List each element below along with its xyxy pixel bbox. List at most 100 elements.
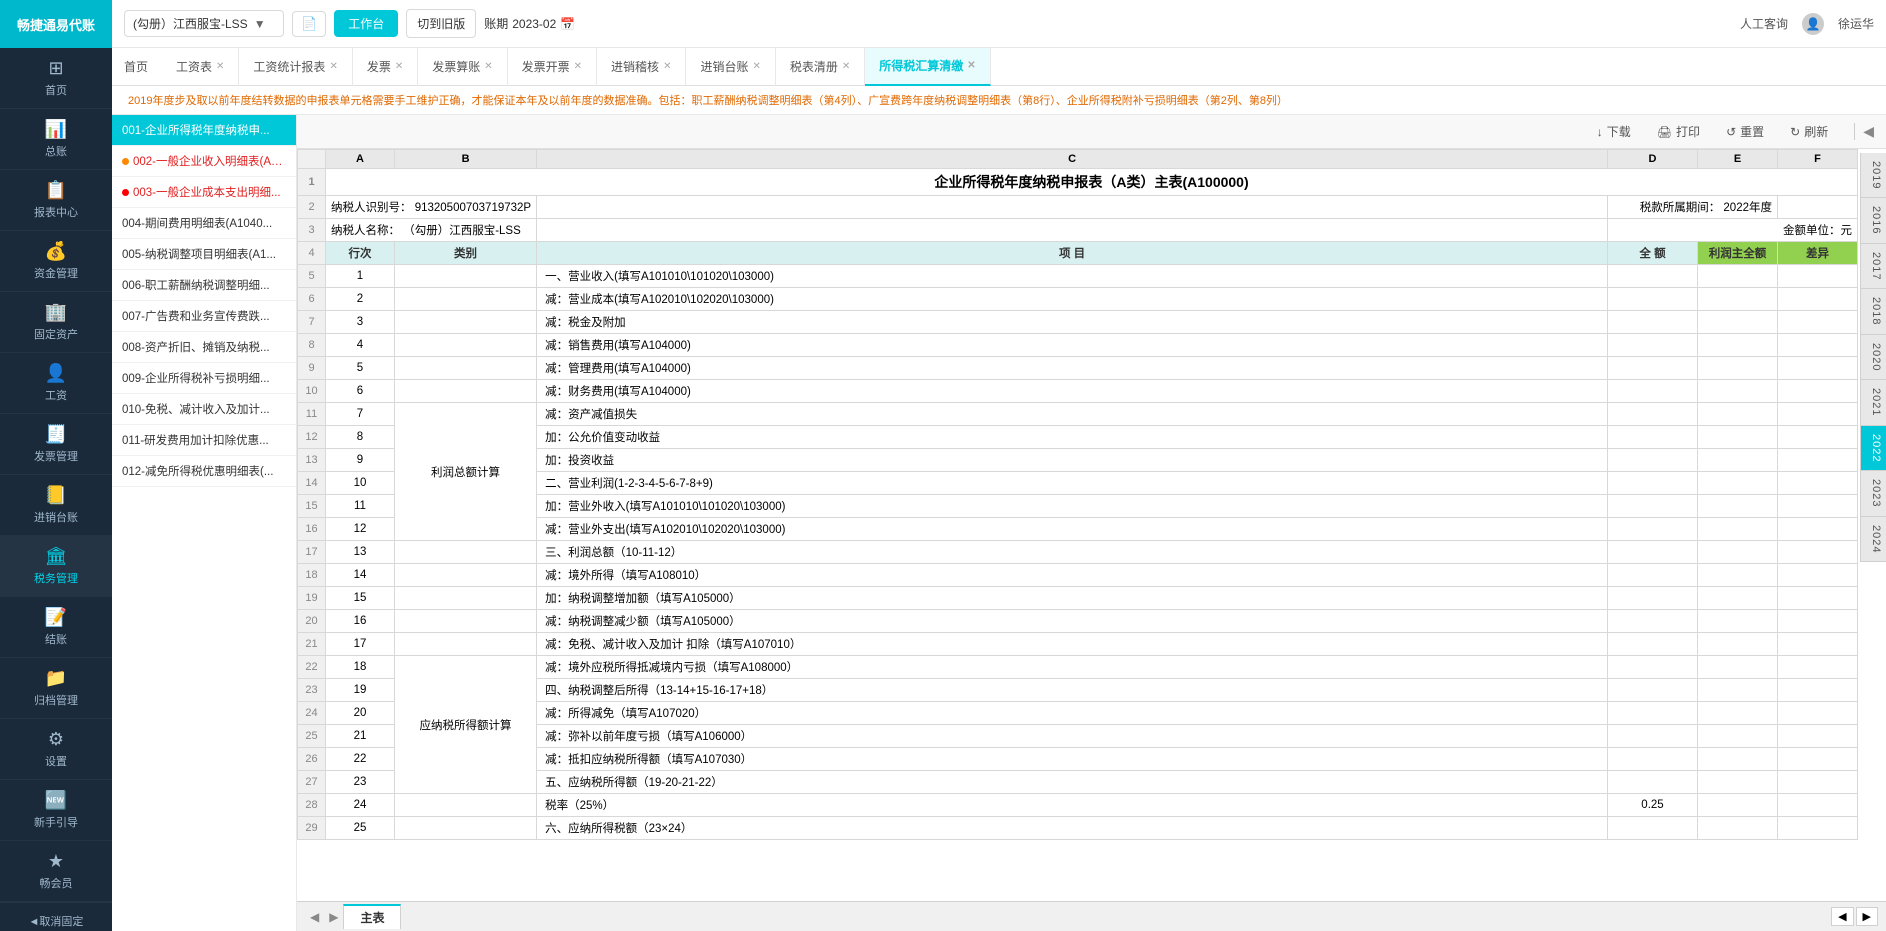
tab-close-icon[interactable]: ✕ (484, 61, 492, 72)
table-row: 7 3 减：税金及附加 (298, 311, 1858, 334)
sidebar-item-finance[interactable]: 💰 资金管理 (0, 231, 112, 292)
sheet-scroll-right[interactable]: ▶ (1856, 907, 1878, 926)
tab-close-icon[interactable]: ✕ (395, 61, 403, 72)
sidebar-item-label: 税务管理 (34, 570, 78, 586)
list-item-007[interactable]: 007-广告费和业务宣传费跌... (112, 301, 296, 332)
tab-invoice-calc[interactable]: 发票算账 ✕ (418, 48, 507, 86)
user-name[interactable]: 徐运华 (1838, 15, 1874, 32)
table-row: 21 17 减：免税、减计收入及加计 扣除（填写A107010） (298, 633, 1858, 656)
year-tag-2016[interactable]: 2016 (1861, 198, 1886, 243)
print-icon: 🖨 (1657, 125, 1672, 139)
tab-home[interactable]: 首页 (124, 48, 162, 86)
sidebar-toggle-pin[interactable]: ◄取消固定 (0, 902, 112, 931)
tab-close-icon[interactable]: ✕ (329, 61, 337, 72)
spreadsheet-container[interactable]: A B C D E F 1 企业所得税年度纳税申报表（A类）主表(A100000… (297, 149, 1886, 901)
gear-icon: ⚙ (48, 729, 64, 750)
sidebar-item-label: 归档管理 (34, 692, 78, 708)
switch-old-button[interactable]: 切到旧版 (406, 9, 476, 38)
sidebar-item-home[interactable]: ⊞ 首页 (0, 48, 112, 109)
sidebar-item-reports[interactable]: 📋 报表中心 (0, 170, 112, 231)
list-item-008[interactable]: 008-资产折旧、摊销及纳税... (112, 332, 296, 363)
tab-sales-ledger[interactable]: 进销台账 ✕ (686, 48, 775, 86)
year-tag-2023[interactable]: 2023 (1861, 471, 1886, 516)
list-item-005[interactable]: 005-纳税调整项目明细表(A1... (112, 239, 296, 270)
tab-invoice[interactable]: 发票 ✕ (353, 48, 418, 86)
sidebar-item-guide[interactable]: 🆕 新手引导 (0, 780, 112, 841)
sidebar-item-tax[interactable]: 🏛 税务管理 (0, 536, 112, 597)
year-tag-2018[interactable]: 2018 (1861, 289, 1886, 334)
work-platform-button[interactable]: 工作台 (334, 10, 398, 37)
support-link[interactable]: 人工客询 (1740, 15, 1788, 32)
sidebar-item-closing[interactable]: 📝 结账 (0, 597, 112, 658)
calendar-icon[interactable]: 📅 (560, 17, 575, 31)
doc-button[interactable]: 📄 (292, 11, 326, 37)
tab-close-icon[interactable]: ✕ (216, 61, 224, 72)
tab-audit[interactable]: 进销稽核 ✕ (597, 48, 686, 86)
table-row: 18 14 减：境外所得（填写A108010） (298, 564, 1858, 587)
sheet-tab-main[interactable]: 主表 (343, 904, 401, 929)
sidebar: 畅捷通易代账 ⊞ 首页 📊 总账 📋 报表中心 💰 资金管理 🏢 固定资产 👤 … (0, 0, 112, 931)
sidebar-item-label: 报表中心 (34, 204, 78, 220)
tab-close-icon[interactable]: ✕ (752, 61, 760, 72)
download-button[interactable]: ↓ 下载 (1591, 120, 1637, 143)
sidebar-item-ledger[interactable]: 📊 总账 (0, 109, 112, 170)
panel-collapse-button[interactable]: ◀ (1854, 123, 1874, 140)
tab-payroll[interactable]: 工资表 ✕ (162, 48, 239, 86)
sidebar-item-settings[interactable]: ⚙ 设置 (0, 719, 112, 780)
sheet-tab-prev[interactable]: ◀ (305, 908, 324, 926)
list-item-001[interactable]: 001-企业所得税年度纳税申... (112, 115, 296, 146)
member-icon: ★ (48, 851, 64, 872)
list-item-010[interactable]: 010-免税、减计收入及加计... (112, 394, 296, 425)
sidebar-item-payroll[interactable]: 👤 工资 (0, 353, 112, 414)
reset-button[interactable]: ↺ 重置 (1720, 120, 1770, 143)
sidebar-item-label: 固定资产 (34, 326, 78, 342)
period-label: 账期 (484, 15, 508, 32)
tab-close-active-icon[interactable]: ✕ (967, 60, 975, 71)
refresh-button[interactable]: ↻ 刷新 (1784, 120, 1834, 143)
sidebar-item-purchase-sales[interactable]: 📒 进销台账 (0, 475, 112, 536)
list-item-012[interactable]: 012-减免所得税优惠明细表(... (112, 456, 296, 487)
ledger-icon: 📊 (45, 119, 67, 140)
year-tag-2021[interactable]: 2021 (1861, 380, 1886, 425)
taxpayer-id-label-cell: 纳税人识别号： 91320500703719732P (326, 196, 537, 219)
user-avatar: 👤 (1802, 13, 1824, 35)
year-tag-2019[interactable]: 2019 (1861, 153, 1886, 198)
year-tag-2022[interactable]: 2022 (1861, 426, 1886, 471)
list-item-006[interactable]: 006-职工薪酬纳税调整明细... (112, 270, 296, 301)
list-item-004[interactable]: 004-期间费用明细表(A1040... (112, 208, 296, 239)
table-row-taxpayer: 2 纳税人识别号： 91320500703719732P 税款所属期间： 202… (298, 196, 1858, 219)
category-profit-calc: 利润总额计算 (394, 403, 536, 541)
tab-payroll-stats[interactable]: 工资统计报表 ✕ (239, 48, 352, 86)
list-item-009[interactable]: 009-企业所得税补亏损明细... (112, 363, 296, 394)
year-tag-2024[interactable]: 2024 (1861, 517, 1886, 562)
sidebar-item-invoice[interactable]: 🧾 发票管理 (0, 414, 112, 475)
sheet-scroll-left[interactable]: ◀ (1831, 907, 1853, 926)
sidebar-item-label: 结账 (45, 631, 67, 647)
table-row: 5 1 一、营业收入(填写A101010\101020\103000) (298, 265, 1858, 288)
tab-close-icon[interactable]: ✕ (842, 61, 850, 72)
list-item-003[interactable]: 003-一般企业成本支出明细... (112, 177, 296, 208)
list-item-002[interactable]: 002-一般企业收入明细表(A1... (112, 146, 296, 177)
list-item-011[interactable]: 011-研发费用加计扣除优惠... (112, 425, 296, 456)
sidebar-item-archive[interactable]: 📁 归档管理 (0, 658, 112, 719)
error-dot-icon (122, 189, 129, 196)
tab-close-icon[interactable]: ✕ (663, 61, 671, 72)
year-tag-2020[interactable]: 2020 (1861, 335, 1886, 380)
tab-invoice-open[interactable]: 发票开票 ✕ (508, 48, 597, 86)
sidebar-item-assets[interactable]: 🏢 固定资产 (0, 292, 112, 353)
payroll-icon: 👤 (45, 363, 67, 384)
year-tag-2017[interactable]: 2017 (1861, 244, 1886, 289)
tab-tax-list[interactable]: 税表清册 ✕ (776, 48, 865, 86)
company-selector[interactable]: (勾册）江西服宝-LSS ▼ (124, 10, 284, 37)
row-num: 2 (298, 196, 326, 219)
sidebar-item-label: 发票管理 (34, 448, 78, 464)
tab-close-icon[interactable]: ✕ (574, 61, 582, 72)
sheet-tab-next[interactable]: ▶ (324, 908, 343, 926)
spreadsheet-table: A B C D E F 1 企业所得税年度纳税申报表（A类）主表(A100000… (297, 149, 1858, 840)
col-header-category: 类别 (394, 242, 536, 265)
right-panel: ↓ 下载 🖨 打印 ↺ 重置 ↻ 刷新 ◀ (297, 115, 1886, 931)
print-button[interactable]: 🖨 打印 (1651, 120, 1706, 143)
tab-income-tax[interactable]: 所得税汇算清缴 ✕ (865, 48, 990, 86)
col-header-C: C (537, 150, 1608, 169)
sidebar-item-member[interactable]: ★ 畅会员 (0, 841, 112, 902)
